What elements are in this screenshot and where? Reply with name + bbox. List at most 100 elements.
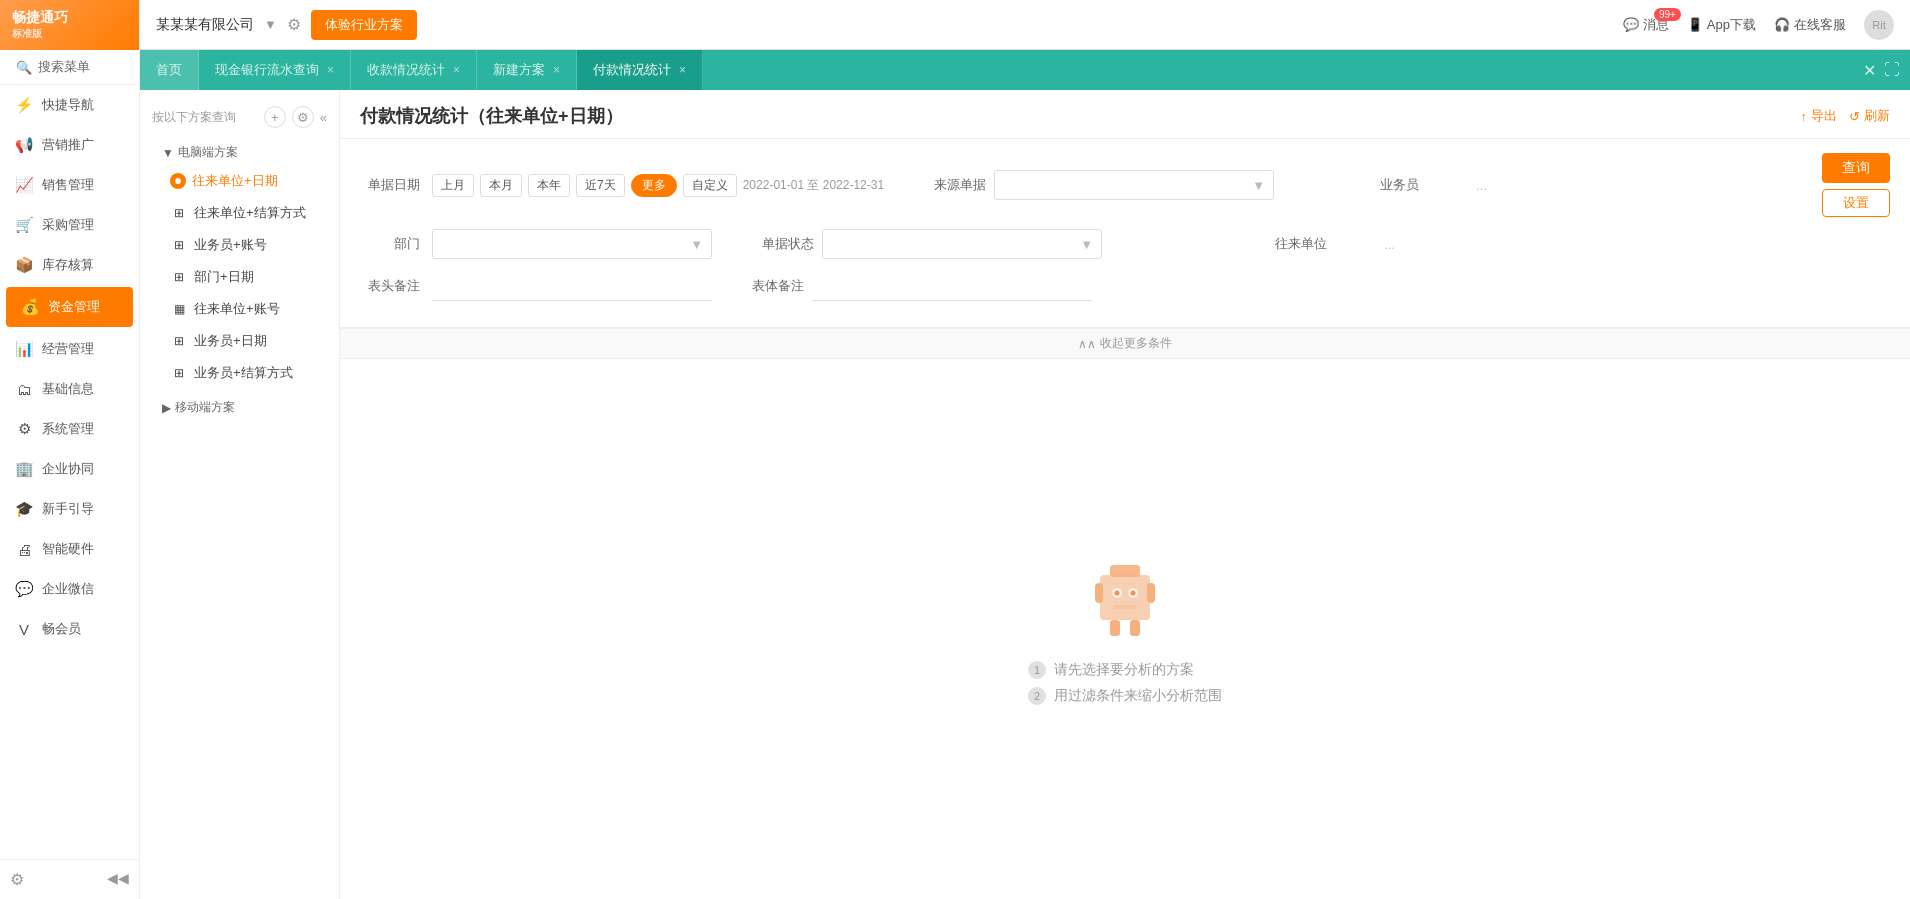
footer-settings-icon[interactable]: ⚙	[10, 870, 24, 889]
step-num-1: 1	[1028, 661, 1046, 679]
tab-receipt-stat[interactable]: 收款情况统计 ×	[351, 50, 477, 90]
header-note-input[interactable]	[432, 271, 712, 301]
sidebar-item-purchase[interactable]: 🛒 采购管理	[0, 205, 139, 245]
online-service[interactable]: 🎧 在线客服	[1774, 16, 1846, 34]
sidebar-item-quick-nav[interactable]: ⚡ 快捷导航	[0, 85, 139, 125]
step-num-2: 2	[1028, 687, 1046, 705]
source-label: 来源单据	[916, 176, 986, 194]
sidebar-item-vip[interactable]: V 畅会员	[0, 609, 139, 649]
grid-icon-2: ⊞	[170, 236, 188, 254]
grid-icon-3: ⊞	[170, 268, 188, 286]
sidebar-item-basic-info[interactable]: 🗂 基础信息	[0, 369, 139, 409]
tab-home[interactable]: 首页	[140, 50, 199, 90]
filter-row-3: 表头备注 表体备注	[360, 271, 1890, 301]
page-header: 付款情况统计（往来单位+日期） ↑ 导出 ↺ 刷新	[340, 90, 1910, 139]
sidebar-item-label: 智能硬件	[42, 540, 94, 558]
date-last-month-btn[interactable]: 上月	[432, 174, 474, 197]
inventory-icon: 📦	[14, 255, 34, 275]
tab-close-all-icon[interactable]: ✕	[1863, 61, 1876, 80]
desktop-section-title[interactable]: ▼ 电脑端方案	[140, 140, 339, 165]
date-label: 单据日期	[360, 176, 420, 194]
basic-info-icon: 🗂	[14, 379, 34, 399]
sidebar-item-inventory[interactable]: 📦 库存核算	[0, 245, 139, 285]
schema-partner-account[interactable]: ▦ 往来单位+账号	[140, 293, 339, 325]
mobile-section-title[interactable]: ▶ 移动端方案	[140, 395, 339, 420]
sidebar-item-hardware[interactable]: 🖨 智能硬件	[0, 529, 139, 569]
user-avatar[interactable]: Rit	[1864, 10, 1894, 40]
experience-btn[interactable]: 体验行业方案	[311, 10, 417, 40]
svg-rect-6	[1113, 605, 1137, 609]
search-label: 搜索菜单	[38, 58, 90, 76]
dept-arrow-icon: ▼	[690, 237, 703, 252]
tabbar: 首页 现金银行流水查询 × 收款情况统计 × 新建方案 × 付款情况统计 × ✕…	[140, 50, 1910, 90]
tab-new-schema-label: 新建方案	[493, 61, 545, 79]
footer-collapse-icon[interactable]: ◀◀	[107, 870, 129, 889]
partner-ellipsis: ...	[1335, 237, 1395, 252]
date-this-month-btn[interactable]: 本月	[480, 174, 522, 197]
partner-label: 往来单位	[1267, 235, 1327, 253]
sidebar-item-label: 经营管理	[42, 340, 94, 358]
sidebar-item-guide[interactable]: 🎓 新手引导	[0, 489, 139, 529]
search-menu-item[interactable]: 🔍 搜索菜单	[0, 50, 139, 85]
company-name: 某某某有限公司	[156, 16, 254, 34]
schema-staff-settle[interactable]: ⊞ 业务员+结算方式	[140, 357, 339, 389]
schema-staff-date[interactable]: ⊞ 业务员+日期	[140, 325, 339, 357]
desktop-section-label: 电脑端方案	[178, 144, 238, 161]
schema-partner-settle[interactable]: ⊞ 往来单位+结算方式	[140, 197, 339, 229]
topbar-left: 某某某有限公司 ▼ ⚙ 体验行业方案	[156, 10, 417, 40]
refresh-label: 刷新	[1864, 107, 1890, 125]
status-select[interactable]: ▼	[822, 229, 1102, 259]
add-schema-btn[interactable]: +	[264, 106, 286, 128]
sidebar-item-marketing[interactable]: 📢 营销推广	[0, 125, 139, 165]
settings-gear-icon[interactable]: ⚙	[287, 15, 301, 34]
date-more-btn[interactable]: 更多	[631, 174, 677, 197]
export-icon: ↑	[1801, 109, 1808, 124]
sidebar-nav: ⚡ 快捷导航 📢 营销推广 📈 销售管理 🛒 采购管理 📦 库存核算 💰 资金管…	[0, 85, 139, 859]
enterprise-icon: 🏢	[14, 459, 34, 479]
gear-small-icon: ⚙	[297, 110, 309, 125]
tab-payment-stat-close-icon[interactable]: ×	[679, 63, 686, 77]
sidebar-item-finance[interactable]: 💰 资金管理	[6, 287, 133, 327]
tab-payment-stat[interactable]: 付款情况统计 ×	[577, 50, 703, 90]
right-panel: 付款情况统计（往来单位+日期） ↑ 导出 ↺ 刷新 单据日期	[340, 90, 1910, 899]
message-icon: 💬	[1623, 17, 1639, 32]
tab-bank[interactable]: 现金银行流水查询 ×	[199, 50, 351, 90]
dept-select[interactable]: ▼	[432, 229, 712, 259]
sidebar-item-operations[interactable]: 📊 经营管理	[0, 329, 139, 369]
date-7days-btn[interactable]: 近7天	[576, 174, 625, 197]
query-btn[interactable]: 查询	[1822, 153, 1890, 183]
sidebar-item-enterprise[interactable]: 🏢 企业协同	[0, 449, 139, 489]
sidebar-item-sales[interactable]: 📈 销售管理	[0, 165, 139, 205]
guide-icon: 🎓	[14, 499, 34, 519]
schema-staff-account[interactable]: ⊞ 业务员+账号	[140, 229, 339, 261]
main-area: 某某某有限公司 ▼ ⚙ 体验行业方案 💬 消息 99+ 📱 App下载 🎧 在线…	[140, 0, 1910, 899]
body-note-input[interactable]	[812, 271, 1092, 301]
date-custom-btn[interactable]: 自定义	[683, 174, 737, 197]
message-area[interactable]: 💬 消息 99+	[1623, 16, 1669, 34]
tab-new-schema-close-icon[interactable]: ×	[553, 63, 560, 77]
quick-nav-icon: ⚡	[14, 95, 34, 115]
left-panel-header: 按以下方案查询 + ⚙ «	[140, 100, 339, 134]
schema-partner-date[interactable]: 往来单位+日期	[140, 165, 339, 197]
date-this-year-btn[interactable]: 本年	[528, 174, 570, 197]
tab-expand-icon[interactable]: ⛶	[1884, 61, 1900, 79]
tab-new-schema[interactable]: 新建方案 ×	[477, 50, 577, 90]
source-select[interactable]: ▼	[994, 170, 1274, 200]
app-download[interactable]: 📱 App下载	[1687, 16, 1756, 34]
sidebar-item-wechat[interactable]: 💬 企业微信	[0, 569, 139, 609]
schema-dept-date[interactable]: ⊞ 部门+日期	[140, 261, 339, 293]
collapse-bar[interactable]: ∧∧ 收起更多条件	[340, 328, 1910, 359]
schema-staff-account-label: 业务员+账号	[194, 236, 267, 254]
schema-settings-btn[interactable]: ⚙	[292, 106, 314, 128]
filter-settings-btn[interactable]: 设置	[1822, 189, 1890, 217]
collapse-label: 收起更多条件	[1100, 335, 1172, 352]
tab-receipt-stat-close-icon[interactable]: ×	[453, 63, 460, 77]
tab-bank-close-icon[interactable]: ×	[327, 63, 334, 77]
panel-collapse-btn[interactable]: «	[320, 110, 327, 125]
sidebar: 畅捷通巧 标准版 🔍 搜索菜单 ⚡ 快捷导航 📢 营销推广 📈 销售管理 🛒 采…	[0, 0, 140, 899]
export-btn[interactable]: ↑ 导出	[1801, 107, 1838, 125]
company-chevron-icon[interactable]: ▼	[264, 17, 277, 32]
source-arrow-icon: ▼	[1252, 178, 1265, 193]
sidebar-item-system[interactable]: ⚙ 系统管理	[0, 409, 139, 449]
refresh-btn[interactable]: ↺ 刷新	[1849, 107, 1890, 125]
